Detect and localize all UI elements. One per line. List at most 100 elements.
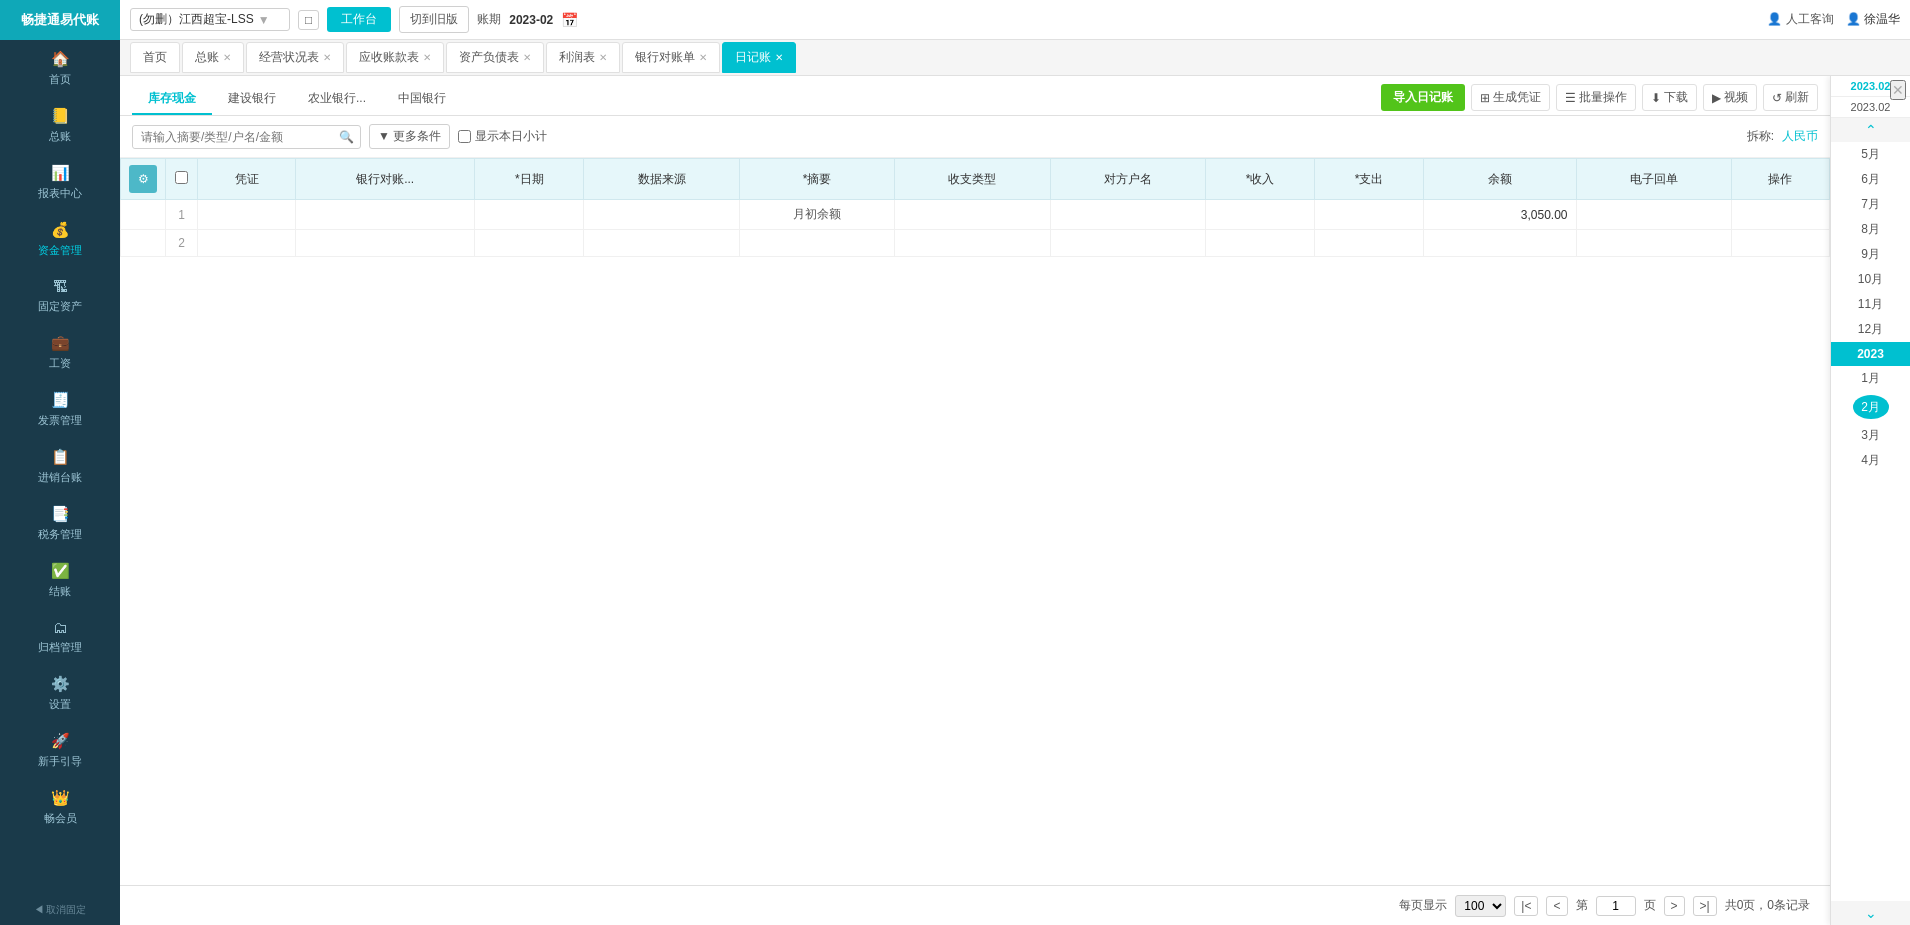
cal-month-6[interactable]: 6月	[1831, 167, 1910, 192]
archive-icon: 🗂	[53, 619, 68, 636]
subtab-boc[interactable]: 中国银行	[382, 84, 462, 115]
cal-month-10[interactable]: 10月	[1831, 267, 1910, 292]
tab-assets-close[interactable]: ✕	[523, 52, 531, 63]
switch-old-button[interactable]: 切到旧版	[399, 6, 469, 33]
batch-ops-button[interactable]: ☰ 批量操作	[1556, 84, 1636, 111]
tab-assets[interactable]: 资产负债表 ✕	[446, 42, 544, 73]
subtotal-checkbox-input[interactable]	[458, 130, 471, 143]
subtab-cash[interactable]: 库存现金	[132, 84, 212, 115]
sidebar-item-tax-mgmt[interactable]: 📑 税务管理	[0, 495, 120, 552]
more-filters-button[interactable]: ▼ 更多条件	[369, 124, 450, 149]
cal-month-feb-selected[interactable]: 2月	[1831, 391, 1910, 423]
sidebar: 畅捷通易代账 🏠 首页 📒 总账 📊 报表中心 💰 资金管理 🏗 固定资产 💼 …	[0, 0, 120, 925]
subtab-abc[interactable]: 农业银行...	[292, 84, 382, 115]
tab-bank-reconcile[interactable]: 银行对账单 ✕	[622, 42, 720, 73]
search-input[interactable]	[133, 126, 333, 148]
select-all-checkbox[interactable]	[175, 171, 188, 184]
tab-biz-status[interactable]: 经营状况表 ✕	[246, 42, 344, 73]
video-button[interactable]: ▶ 视频	[1703, 84, 1757, 111]
company-selector[interactable]: (勿删）江西超宝-LSS ▼	[130, 8, 290, 31]
first-page-button[interactable]: |<	[1514, 896, 1538, 916]
cal-month-apr[interactable]: 4月	[1831, 448, 1910, 473]
calendar-down-button[interactable]: ⌄	[1831, 901, 1910, 925]
sidebar-item-fixed-assets[interactable]: 🏗 固定资产	[0, 268, 120, 324]
sidebar-item-invoices[interactable]: 🧾 发票管理	[0, 381, 120, 438]
sidebar-item-settlement[interactable]: ✅ 结账	[0, 552, 120, 609]
journal-table: ⚙ 凭证 银行对账... *日期 数据来源 *摘要 收支类型 对方户名	[120, 158, 1830, 257]
invoices-icon: 🧾	[51, 391, 70, 409]
search-icon[interactable]: 🔍	[333, 126, 360, 148]
sidebar-item-salary[interactable]: 💼 工资	[0, 324, 120, 381]
tab-receivable-close[interactable]: ✕	[423, 52, 431, 63]
sidebar-item-ledger[interactable]: 📒 总账	[0, 97, 120, 154]
cal-month-12[interactable]: 12月	[1831, 317, 1910, 342]
settings-gear-icon[interactable]: ⚙	[129, 165, 157, 193]
cal-month-11[interactable]: 11月	[1831, 292, 1910, 317]
journal-table-area: ⚙ 凭证 银行对账... *日期 数据来源 *摘要 收支类型 对方户名	[120, 158, 1830, 885]
next-page-button[interactable]: >	[1664, 896, 1685, 916]
tab-profit-close[interactable]: ✕	[599, 52, 607, 63]
col-balance-header: 余额	[1424, 159, 1576, 200]
copy-company-button[interactable]: □	[298, 10, 319, 30]
sidebar-item-assets-mgmt[interactable]: 💰 资金管理	[0, 211, 120, 268]
company-dropdown-arrow: ▼	[258, 13, 270, 27]
download-button[interactable]: ⬇ 下载	[1642, 84, 1697, 111]
tab-journal-close[interactable]: ✕	[775, 52, 783, 63]
tab-ledger[interactable]: 总账 ✕	[182, 42, 244, 73]
user-avatar: 👤	[1846, 12, 1861, 26]
cal-month-5[interactable]: 5月	[1831, 142, 1910, 167]
sidebar-item-purchase-sales[interactable]: 📋 进销台账	[0, 438, 120, 495]
row1-check: 1	[166, 200, 198, 230]
tab-ledger-close[interactable]: ✕	[223, 52, 231, 63]
calendar-icon[interactable]: 📅	[561, 12, 578, 28]
user-info[interactable]: 👤 徐温华	[1846, 11, 1900, 28]
show-subtotal-checkbox[interactable]: 显示本日小计	[458, 128, 547, 145]
row1-counterpart	[1050, 200, 1205, 230]
topbar: (勿删）江西超宝-LSS ▼ □ 工作台 切到旧版 账期 2023-02 📅 👤…	[120, 0, 1910, 40]
sidebar-item-guide[interactable]: 🚀 新手引导	[0, 722, 120, 779]
tab-receivable[interactable]: 应收账款表 ✕	[346, 42, 444, 73]
cal-month-jan[interactable]: 1月	[1831, 366, 1910, 391]
calendar-scroll: 5月 6月 7月 8月 9月 10月 11月 12月 2023 1月 2月 3月…	[1831, 142, 1910, 901]
sidebar-item-archive[interactable]: 🗂 归档管理	[0, 609, 120, 665]
sidebar-item-home[interactable]: 🏠 首页	[0, 40, 120, 97]
import-journal-button[interactable]: 导入日记账	[1381, 84, 1465, 111]
refresh-button[interactable]: ↺ 刷新	[1763, 84, 1818, 111]
col-settings-header[interactable]: ⚙	[121, 159, 166, 200]
sidebar-item-member[interactable]: 👑 畅会员	[0, 779, 120, 836]
calendar-close-button[interactable]: ✕	[1890, 80, 1906, 100]
unpin-sidebar[interactable]: ◀ 取消固定	[0, 895, 120, 925]
help-text[interactable]: 👤 人工客询	[1767, 11, 1833, 28]
col-check-header[interactable]	[166, 159, 198, 200]
generate-voucher-button[interactable]: ⊞ 生成凭证	[1471, 84, 1550, 111]
cal-year-2023[interactable]: 2023	[1831, 342, 1910, 366]
tab-journal[interactable]: 日记账 ✕	[722, 42, 796, 73]
cal-month-mar[interactable]: 3月	[1831, 423, 1910, 448]
cal-month-7[interactable]: 7月	[1831, 192, 1910, 217]
filter-toolbar: 🔍 ▼ 更多条件 显示本日小计 拆称: 人民币	[120, 116, 1830, 158]
tab-home[interactable]: 首页	[130, 42, 180, 73]
tab-profit[interactable]: 利润表 ✕	[546, 42, 620, 73]
last-page-button[interactable]: >|	[1693, 896, 1717, 916]
tab-biz-status-close[interactable]: ✕	[323, 52, 331, 63]
currency-value[interactable]: 人民币	[1782, 128, 1818, 145]
row2-voucher	[198, 230, 296, 257]
subtab-ccb[interactable]: 建设银行	[212, 84, 292, 115]
cal-month-9[interactable]: 9月	[1831, 242, 1910, 267]
prev-page-button[interactable]: <	[1546, 896, 1567, 916]
cal-month-8[interactable]: 8月	[1831, 217, 1910, 242]
page-number-input[interactable]	[1596, 896, 1636, 916]
sidebar-item-settings[interactable]: ⚙️ 设置	[0, 665, 120, 722]
reports-icon: 📊	[51, 164, 70, 182]
calendar-up-button[interactable]: ⌃	[1831, 118, 1910, 142]
period-value: 2023-02	[509, 13, 553, 27]
generate-voucher-icon: ⊞	[1480, 91, 1490, 105]
page-size-select[interactable]: 100 50 200	[1455, 895, 1506, 917]
page-suffix: 页	[1644, 897, 1656, 914]
tab-bank-reconcile-close[interactable]: ✕	[699, 52, 707, 63]
col-summary-header: *摘要	[739, 159, 894, 200]
workbench-button[interactable]: 工作台	[327, 7, 391, 32]
row1-voucher	[198, 200, 296, 230]
sidebar-item-reports[interactable]: 📊 报表中心	[0, 154, 120, 211]
row1-ebill	[1576, 200, 1731, 230]
